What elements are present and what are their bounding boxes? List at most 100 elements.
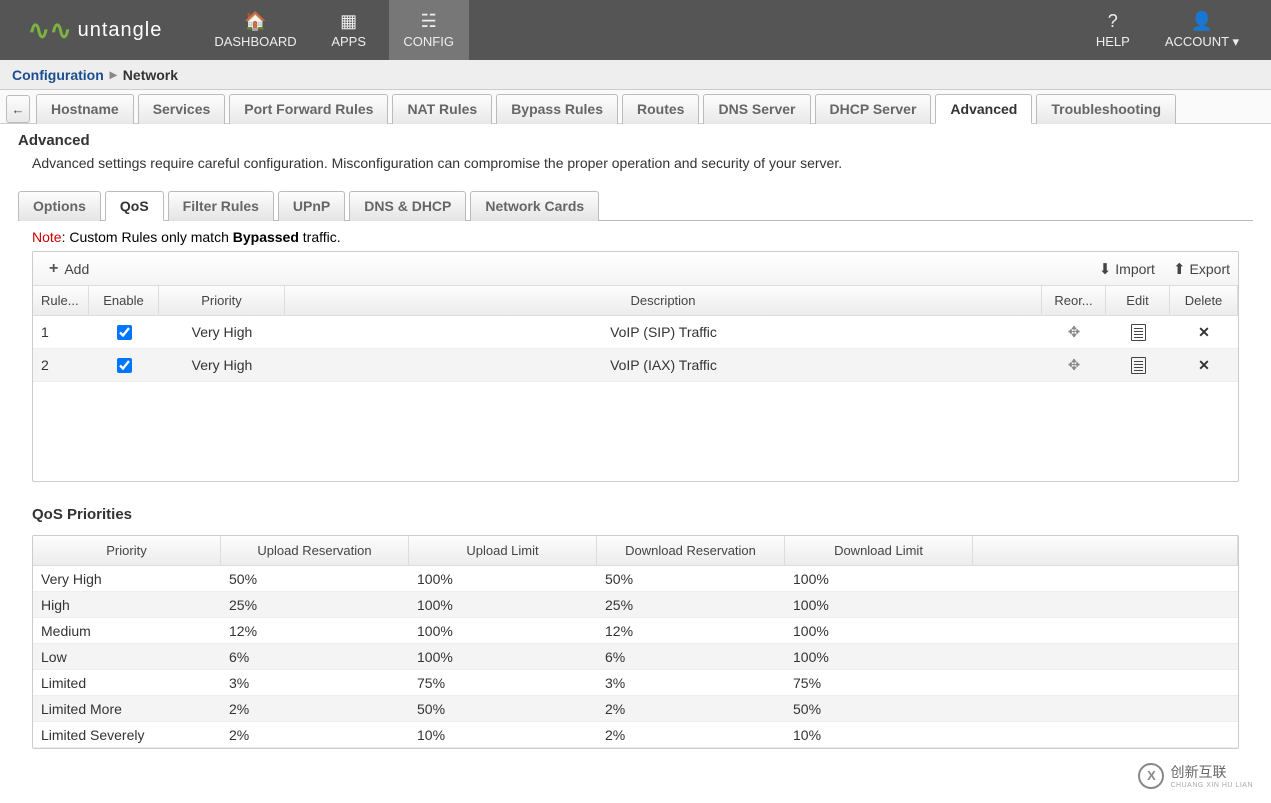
- tab-dns-server[interactable]: DNS Server: [703, 94, 810, 124]
- edit-button[interactable]: [1106, 357, 1170, 374]
- cell-download-limit[interactable]: 100%: [785, 566, 973, 591]
- tab-nat-rules[interactable]: NAT Rules: [392, 94, 492, 124]
- delete-button[interactable]: [1170, 357, 1238, 374]
- cell-upload-reservation[interactable]: 2%: [221, 722, 409, 747]
- back-button[interactable]: ←: [6, 95, 30, 123]
- subtab-options[interactable]: Options: [18, 191, 101, 221]
- import-icon: ⬇: [1099, 260, 1112, 278]
- cell-download-reservation[interactable]: 2%: [597, 696, 785, 721]
- cell-upload-reservation[interactable]: 50%: [221, 566, 409, 591]
- enable-checkbox[interactable]: [117, 325, 132, 340]
- subtab-dns-dhcp[interactable]: DNS & DHCP: [349, 191, 466, 221]
- nav-item-dashboard[interactable]: 🏠DASHBOARD: [202, 0, 308, 60]
- cell-priority: Very High: [159, 324, 285, 340]
- cell-upload-reservation[interactable]: 2%: [221, 696, 409, 721]
- rules-header: Rule... Enable Priority Description Reor…: [33, 286, 1238, 316]
- delete-button[interactable]: [1170, 324, 1238, 341]
- cell-upload-limit[interactable]: 100%: [409, 644, 597, 669]
- cell-download-reservation[interactable]: 12%: [597, 618, 785, 643]
- add-button[interactable]: + Add: [41, 256, 97, 282]
- cell-upload-reservation[interactable]: 25%: [221, 592, 409, 617]
- cell-download-limit[interactable]: 75%: [785, 670, 973, 695]
- nav-item-config[interactable]: ☵CONFIG: [389, 0, 469, 60]
- note-prefix: Note: [32, 229, 62, 245]
- breadcrumb-root[interactable]: Configuration: [12, 67, 104, 83]
- cell-upload-limit[interactable]: 100%: [409, 566, 597, 591]
- subtab-network-cards[interactable]: Network Cards: [470, 191, 599, 221]
- cell-download-limit[interactable]: 100%: [785, 592, 973, 617]
- cell-upload-limit[interactable]: 50%: [409, 696, 597, 721]
- cell-upload-reservation[interactable]: 12%: [221, 618, 409, 643]
- col-header-priority-name[interactable]: Priority: [33, 536, 221, 565]
- cell-upload-reservation[interactable]: 3%: [221, 670, 409, 695]
- col-header-download-limit[interactable]: Download Limit: [785, 536, 973, 565]
- cell-upload-limit[interactable]: 10%: [409, 722, 597, 747]
- table-row: Very High50%100%50%100%: [33, 566, 1238, 592]
- table-row: Limited More2%50%2%50%: [33, 696, 1238, 722]
- cell-download-limit[interactable]: 10%: [785, 722, 973, 747]
- cell-upload-limit[interactable]: 100%: [409, 618, 597, 643]
- tab-troubleshooting[interactable]: Troubleshooting: [1036, 94, 1176, 124]
- subtab-filter-rules[interactable]: Filter Rules: [168, 191, 274, 221]
- main-tab-row: ← HostnameServicesPort Forward RulesNAT …: [0, 90, 1271, 124]
- tab-dhcp-server[interactable]: DHCP Server: [815, 94, 932, 124]
- tab-hostname[interactable]: Hostname: [36, 94, 134, 124]
- col-header-upload-limit[interactable]: Upload Limit: [409, 536, 597, 565]
- cell-download-limit[interactable]: 50%: [785, 696, 973, 721]
- subtab-upnp[interactable]: UPnP: [278, 191, 345, 221]
- col-header-description[interactable]: Description: [285, 286, 1042, 315]
- plus-icon: +: [49, 260, 58, 278]
- cell-download-reservation[interactable]: 6%: [597, 644, 785, 669]
- account-icon: 👤: [1191, 11, 1213, 32]
- col-header-enable[interactable]: Enable: [89, 286, 159, 315]
- subtab-qos[interactable]: QoS: [105, 191, 164, 221]
- help-icon: ?: [1108, 11, 1118, 32]
- col-header-rule[interactable]: Rule...: [33, 286, 89, 315]
- help-button[interactable]: ? HELP: [1073, 0, 1153, 60]
- tab-advanced[interactable]: Advanced: [935, 94, 1032, 124]
- cell-download-reservation[interactable]: 25%: [597, 592, 785, 617]
- col-header-delete[interactable]: Delete: [1170, 286, 1238, 315]
- table-row: High25%100%25%100%: [33, 592, 1238, 618]
- edit-button[interactable]: [1106, 324, 1170, 341]
- cell-upload-limit[interactable]: 100%: [409, 592, 597, 617]
- cell-download-reservation[interactable]: 2%: [597, 722, 785, 747]
- tab-services[interactable]: Services: [138, 94, 226, 124]
- col-header-reorder[interactable]: Reor...: [1042, 286, 1106, 315]
- table-row: 1Very HighVoIP (SIP) Traffic: [33, 316, 1238, 349]
- qos-priorities-title: QoS Priorities: [32, 506, 1239, 523]
- content-area: Advanced Advanced settings require caref…: [0, 124, 1271, 757]
- cell-download-limit[interactable]: 100%: [785, 618, 973, 643]
- reorder-button[interactable]: [1042, 356, 1106, 374]
- tab-port-forward-rules[interactable]: Port Forward Rules: [229, 94, 388, 124]
- col-header-upload-reservation[interactable]: Upload Reservation: [221, 536, 409, 565]
- col-header-priority[interactable]: Priority: [159, 286, 285, 315]
- cell-download-reservation[interactable]: 3%: [597, 670, 785, 695]
- cell-download-reservation[interactable]: 50%: [597, 566, 785, 591]
- cell-upload-limit[interactable]: 75%: [409, 670, 597, 695]
- tab-routes[interactable]: Routes: [622, 94, 699, 124]
- col-header-download-reservation[interactable]: Download Reservation: [597, 536, 785, 565]
- cell-description: VoIP (IAX) Traffic: [285, 357, 1042, 373]
- nav-label: DASHBOARD: [214, 34, 296, 49]
- cell-upload-reservation[interactable]: 6%: [221, 644, 409, 669]
- account-button[interactable]: 👤 ACCOUNT ▾: [1153, 0, 1251, 60]
- cell-priority-name: High: [33, 592, 221, 617]
- tab-bypass-rules[interactable]: Bypass Rules: [496, 94, 618, 124]
- nav-icon: ▦: [340, 11, 357, 32]
- logo-wave-icon: ∿∿: [28, 15, 72, 46]
- import-button[interactable]: ⬇ Import: [1099, 260, 1155, 278]
- cell-priority-name: Medium: [33, 618, 221, 643]
- nav-item-apps[interactable]: ▦APPS: [309, 0, 389, 60]
- cell-priority-name: Low: [33, 644, 221, 669]
- cell-download-limit[interactable]: 100%: [785, 644, 973, 669]
- reorder-button[interactable]: [1042, 323, 1106, 341]
- cell-priority-name: Limited More: [33, 696, 221, 721]
- breadcrumb-sep-icon: ▸: [110, 66, 117, 83]
- logo[interactable]: ∿∿ untangle: [28, 15, 162, 46]
- cell-priority-name: Limited Severely: [33, 722, 221, 747]
- export-button[interactable]: ⬆ Export: [1173, 260, 1230, 278]
- col-header-edit[interactable]: Edit: [1106, 286, 1170, 315]
- table-row: 2Very HighVoIP (IAX) Traffic: [33, 349, 1238, 382]
- enable-checkbox[interactable]: [117, 358, 132, 373]
